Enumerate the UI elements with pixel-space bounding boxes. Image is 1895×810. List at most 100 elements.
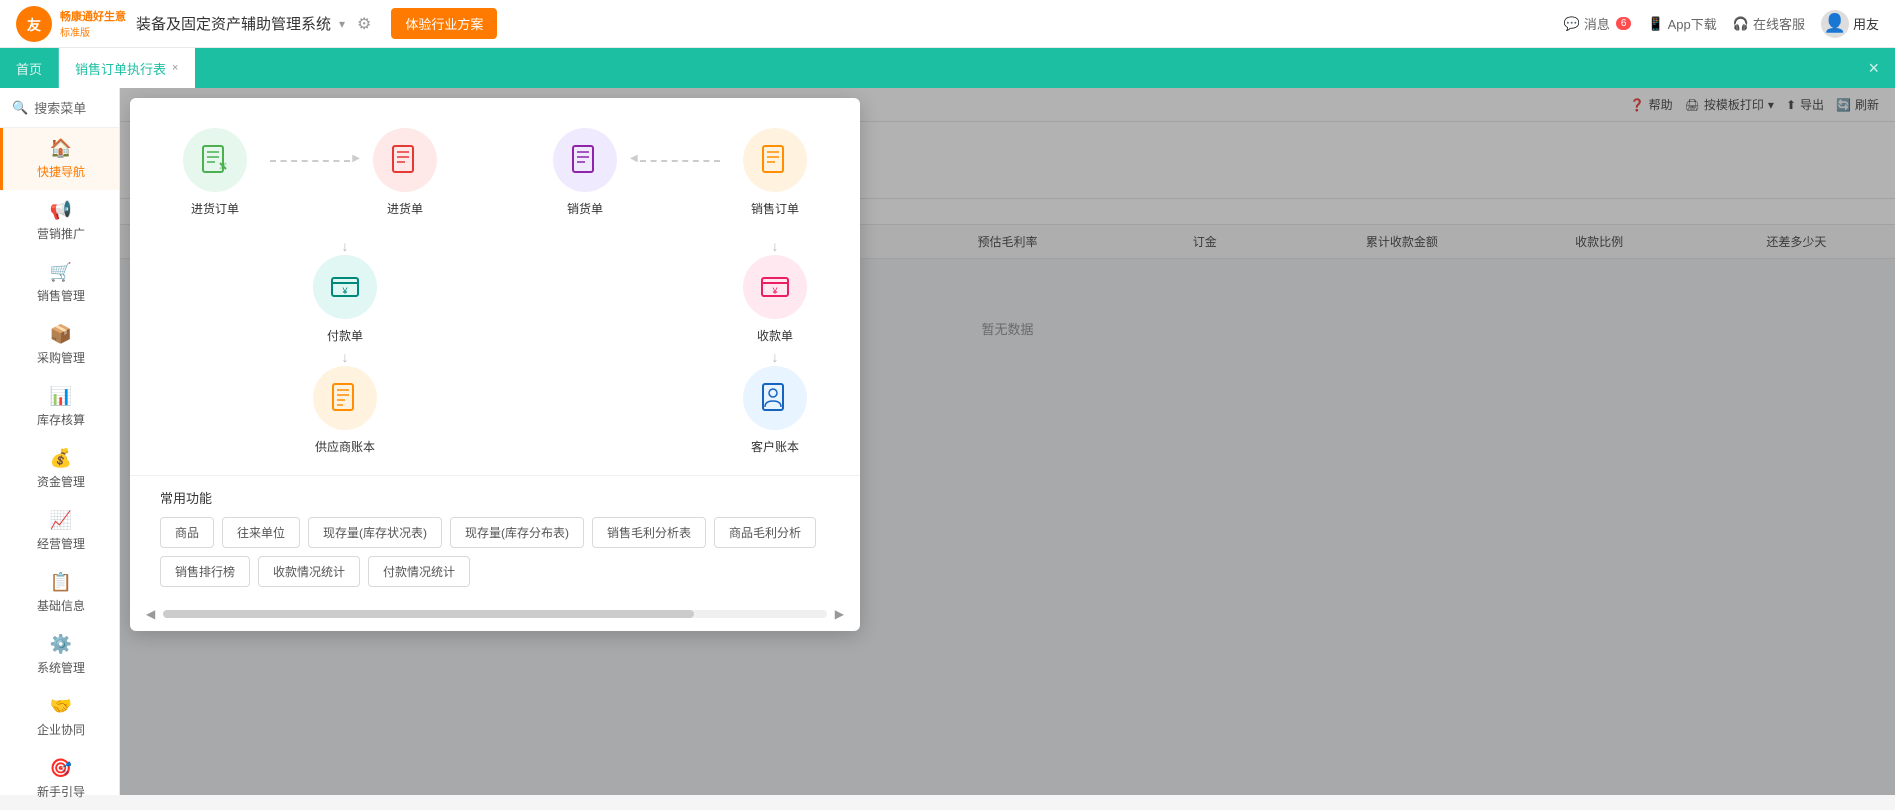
nav-tabs-right: ×: [1860, 48, 1895, 88]
user-name: 用友: [1853, 14, 1879, 33]
cf-btn-receipt-stats[interactable]: 收款情况统计: [258, 556, 360, 587]
flow-col-receipt: ↓ ¥ 收款单: [720, 237, 830, 344]
common-functions-buttons: 商品 往来单位 现存量(库存状况表) 现存量(库存分布表) 销售毛利分析表 商品…: [160, 517, 830, 548]
app-icon: 📱: [1647, 16, 1663, 32]
inventory-icon: 📊: [50, 386, 72, 407]
tab-sales-order[interactable]: 销售订单执行表 ×: [59, 48, 195, 88]
flow-node-sales-bill[interactable]: 销货单: [530, 128, 640, 217]
service-icon: 🎧: [1733, 16, 1749, 32]
cf-btn-inventory-status[interactable]: 现存量(库存状况表): [308, 517, 442, 548]
flow-col-customer-ledger: ↓ 客户账本: [720, 348, 830, 455]
flow-row-1: 进货订单 进: [160, 128, 830, 217]
header-right: 💬 消息 6 📱 App下载 🎧 在线客服 👤 用友: [1564, 10, 1879, 38]
cf-btn-sales-profit[interactable]: 销售毛利分析表: [592, 517, 706, 548]
sales-order-circle: [743, 128, 807, 192]
sales-bill-circle: [553, 128, 617, 192]
nav-tabs: 首页 销售订单执行表 × ×: [0, 48, 1895, 88]
supplier-ledger-circle: [313, 366, 377, 430]
flow-col-purchase-order: 进货订单: [160, 128, 270, 217]
trial-button[interactable]: 体验行业方案: [391, 8, 497, 39]
flow-mid-spacer2: [400, 237, 720, 344]
search-icon: 🔍: [12, 100, 28, 116]
sidebar-item-corp-collab[interactable]: 🤝 企业协同: [0, 686, 119, 748]
purchase-bill-circle: [373, 128, 437, 192]
customer-ledger-circle: [743, 366, 807, 430]
arrow-purchase-order-to-bill: [270, 160, 350, 186]
scroll-right-button[interactable]: ▶: [835, 607, 844, 621]
system-icon: ⚙️: [50, 634, 72, 655]
tab-close-icon[interactable]: ×: [172, 62, 178, 74]
payment-circle: ¥: [313, 255, 377, 319]
arrow-down-payment: ↓: [342, 239, 349, 253]
marketing-icon: 📢: [50, 200, 72, 221]
cf-btn-product-profit[interactable]: 商品毛利分析: [714, 517, 816, 548]
receipt-label: 收款单: [757, 327, 793, 344]
dropdown-arrow-icon[interactable]: ▾: [339, 17, 345, 31]
message-icon: 💬: [1564, 16, 1580, 32]
purchase-order-label: 进货订单: [191, 200, 239, 217]
online-service-button[interactable]: 🎧 在线客服: [1733, 14, 1805, 33]
scrollbar-track[interactable]: [163, 610, 827, 618]
cf-btn-product[interactable]: 商品: [160, 517, 214, 548]
sidebar-item-marketing[interactable]: 📢 营销推广: [0, 190, 119, 252]
flow-node-customer-ledger[interactable]: 客户账本: [720, 366, 830, 455]
modal-box: 进货订单 进: [130, 98, 860, 631]
system-title: 装备及固定资产辅助管理系统: [136, 13, 331, 34]
purchase-icon: 📦: [50, 324, 72, 345]
search-menu[interactable]: 🔍 搜索菜单: [0, 88, 119, 128]
cf-btn-sales-ranking[interactable]: 销售排行榜: [160, 556, 250, 587]
flow-col-payment: ↓ ¥ 付款单: [290, 237, 400, 344]
arrow-down-customer: ↓: [772, 350, 779, 364]
message-button[interactable]: 💬 消息 6: [1564, 14, 1632, 33]
flow-node-supplier-ledger[interactable]: 供应商账本: [290, 366, 400, 455]
common-functions-buttons-row2: 销售排行榜 收款情况统计 付款情况统计: [160, 556, 830, 587]
cf-btn-partner[interactable]: 往来单位: [222, 517, 300, 548]
system-title-area: 装备及固定资产辅助管理系统 ▾ ⚙ 体验行业方案: [136, 8, 1564, 39]
operations-icon: 📈: [50, 510, 72, 531]
sidebar-item-purchase[interactable]: 📦 采购管理: [0, 314, 119, 376]
tab-home[interactable]: 首页: [0, 48, 59, 88]
sales-icon: 🛒: [50, 262, 72, 283]
flow-node-payment[interactable]: ¥ 付款单: [290, 255, 400, 344]
arrow-sales-order-to-bill: ◀: [640, 160, 720, 186]
scroll-left-button[interactable]: ◀: [146, 607, 155, 621]
sidebar-item-finance[interactable]: 💰 资金管理: [0, 438, 119, 500]
modal-scrollbar: ◀ ▶: [130, 607, 860, 631]
flow-node-purchase-order[interactable]: 进货订单: [160, 128, 270, 217]
content-area: ❓ 帮助 🖨 按模板打印 ▾ ⬆ 导出 🔄 刷新 yyyy-mm-dd 📅: [120, 88, 1895, 795]
logo-text: 畅康通好生意 标准版: [60, 8, 126, 39]
close-all-button[interactable]: ×: [1860, 58, 1887, 79]
sidebar: 🔍 搜索菜单 🏠 快捷导航 📢 营销推广 🛒 销售管理 📦 采购管理 📊 库存核…: [0, 88, 120, 795]
app-download-button[interactable]: 📱 App下载: [1647, 14, 1716, 33]
arrow-down-receipt: ↓: [772, 239, 779, 253]
sidebar-item-basic-info[interactable]: 📋 基础信息: [0, 562, 119, 624]
logo-icon: 友: [16, 6, 52, 42]
sidebar-item-operations[interactable]: 📈 经营管理: [0, 500, 119, 562]
sidebar-item-new-guide[interactable]: 🎯 新手引导: [0, 748, 119, 810]
purchase-bill-label: 进货单: [387, 200, 423, 217]
flow-node-receipt[interactable]: ¥ 收款单: [720, 255, 830, 344]
settings-icon[interactable]: ⚙: [357, 14, 371, 34]
cf-btn-inventory-dist[interactable]: 现存量(库存分布表): [450, 517, 584, 548]
svg-text:¥: ¥: [771, 286, 778, 296]
common-functions-title: 常用功能: [160, 488, 830, 507]
flow-node-purchase-bill[interactable]: 进货单: [350, 128, 460, 217]
scrollbar-thumb[interactable]: [163, 610, 694, 618]
avatar: 👤: [1821, 10, 1849, 38]
user-avatar-area[interactable]: 👤 用友: [1821, 10, 1879, 38]
sidebar-item-inventory[interactable]: 📊 库存核算: [0, 376, 119, 438]
top-header: 友 畅康通好生意 标准版 装备及固定资产辅助管理系统 ▾ ⚙ 体验行业方案 💬 …: [0, 0, 1895, 48]
flow-node-sales-order[interactable]: 销售订单: [720, 128, 830, 217]
basic-info-icon: 📋: [50, 572, 72, 593]
sidebar-item-quick-nav[interactable]: 🏠 快捷导航: [0, 128, 119, 190]
corp-icon: 🤝: [50, 696, 72, 717]
flow-col-supplier-ledger: ↓ 供应商账本: [290, 348, 400, 455]
home-icon: 🏠: [50, 138, 72, 159]
arrow-down-supplier: ↓: [342, 350, 349, 364]
flow-col-sales-order: 销售订单: [720, 128, 830, 217]
sidebar-item-sales[interactable]: 🛒 销售管理: [0, 252, 119, 314]
flow-col-sales-bill: 销货单: [530, 128, 640, 217]
cf-btn-payment-stats[interactable]: 付款情况统计: [368, 556, 470, 587]
sidebar-item-system[interactable]: ⚙️ 系统管理: [0, 624, 119, 686]
flow-section: 进货订单 进: [130, 98, 860, 475]
